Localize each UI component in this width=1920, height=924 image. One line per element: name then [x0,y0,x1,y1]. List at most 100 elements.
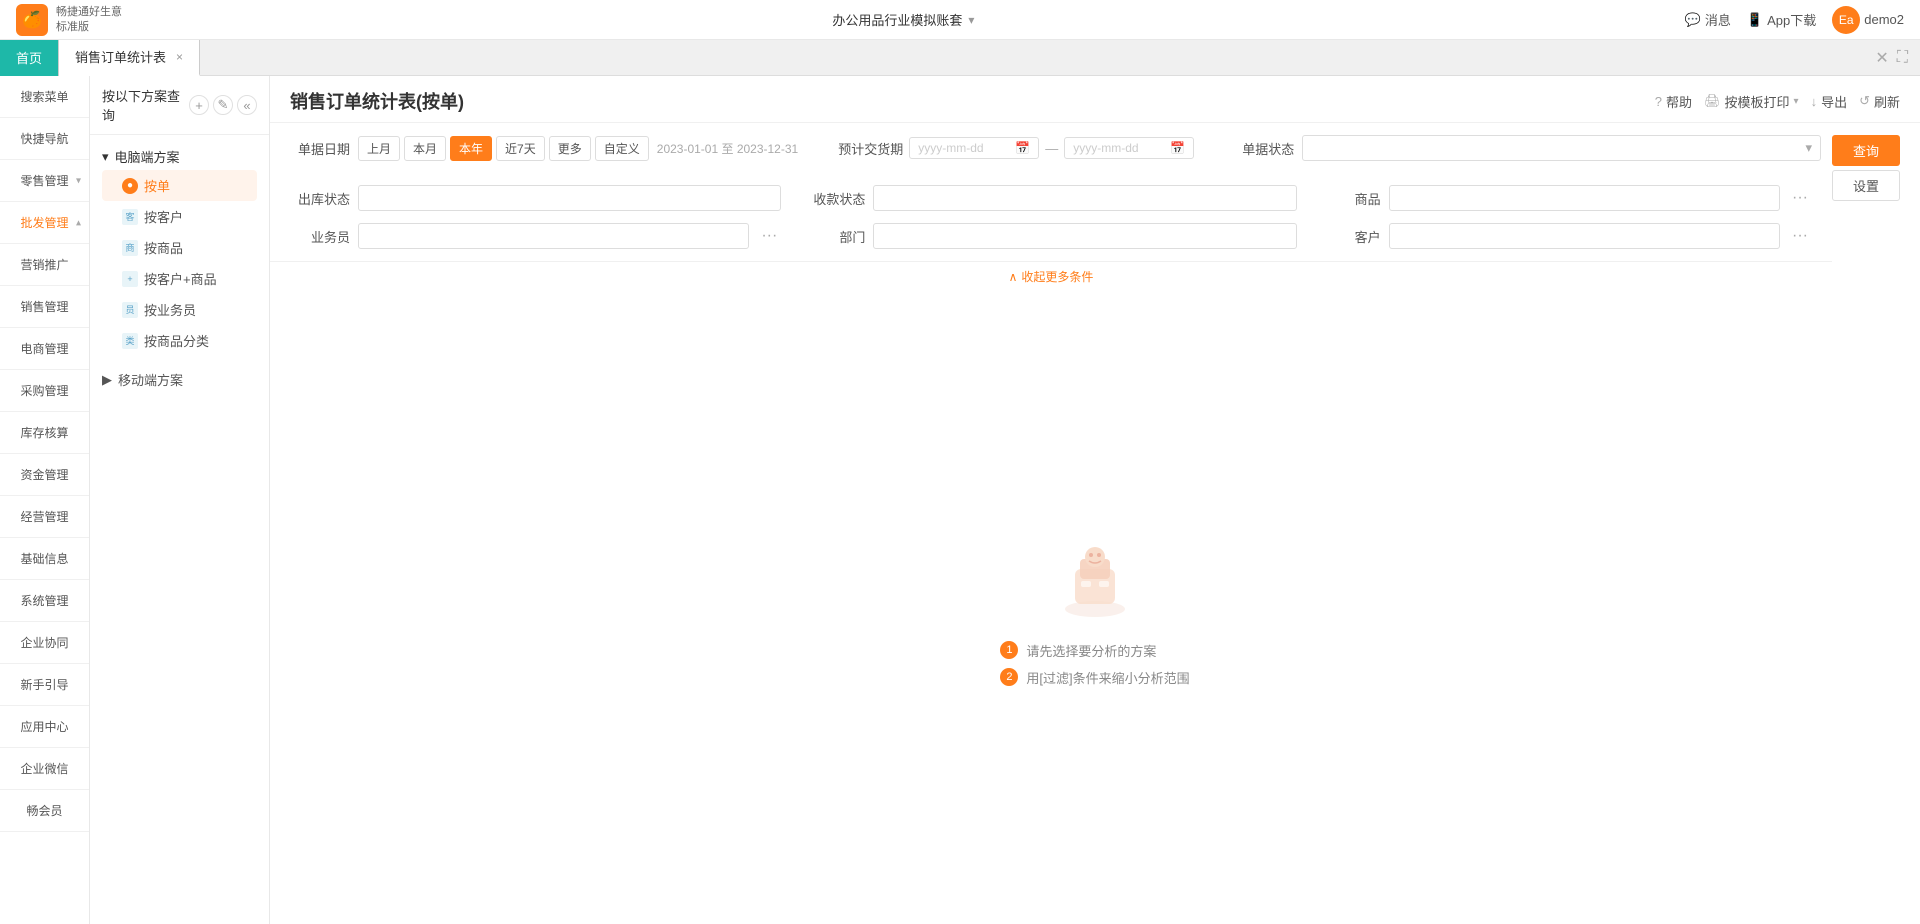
step-num-2: 2 [1000,668,1018,686]
logo-text: 畅捷通好生意 标准版 [56,5,122,34]
page-header-actions: ? 帮助 🖨 按模板打印 ▾ ↓ 导出 ↺ 刷新 [1655,92,1900,111]
scheme-item-by-product[interactable]: 商 按商品 [102,232,257,263]
sidebar-item-system[interactable]: 系统管理 [0,580,89,622]
scheme-item-by-cust-prod[interactable]: + 按客户+商品 [102,263,257,294]
out-status-cell: 出库状态 [290,185,781,211]
date-custom[interactable]: 自定义 [595,136,649,161]
date-this-year[interactable]: 本年 [450,136,492,161]
print-button[interactable]: 🖨 按模板打印 ▾ [1704,92,1799,111]
left-panel: 按以下方案查询 + ✎ « ▾ 电脑端方案 ● 按单 客 按客 [90,76,270,924]
sidebar-item-marketing[interactable]: 营销推广 [0,244,89,286]
topbar: 🍊 畅捷通好生意 标准版 办公用品行业模拟账套 ▾ 💬 消息 📱 App下载 E… [0,0,1920,40]
query-button[interactable]: 查询 [1832,135,1900,166]
collapse-more-conditions-button[interactable]: ∧ 收起更多条件 [270,261,1832,291]
sidebar-item-wechat[interactable]: 企业微信 [0,748,89,790]
sidebar-item-member[interactable]: 畅会员 [0,790,89,832]
add-scheme-button[interactable]: + [189,95,209,115]
filter-row-2: 出库状态 收款状态 商品 [270,173,1832,223]
scheme-item-by-customer[interactable]: 客 按客户 [102,201,257,232]
out-status-select[interactable] [358,185,781,211]
goods-ellipsis-button[interactable]: ··· [1788,189,1812,207]
expected-date-to[interactable]: yyyy-mm-dd 📅 [1064,137,1194,159]
date-last-month[interactable]: 上月 [358,136,400,161]
sidebar-item-inventory[interactable]: 库存核算 [0,412,89,454]
window-maximize-icon[interactable]: ⛶ [1897,49,1908,67]
tab-sales-stats[interactable]: 销售订单统计表 × [59,40,200,76]
sidebar-item-sales[interactable]: 销售管理 [0,286,89,328]
date-this-month[interactable]: 本月 [404,136,446,161]
sidebar-item-ecommerce[interactable]: 电商管理 [0,328,89,370]
help-button[interactable]: ? 帮助 [1655,92,1692,111]
salesman-label: 业务员 [290,227,350,246]
avatar: Ea [1832,6,1860,34]
message-button[interactable]: 💬 消息 [1685,10,1731,29]
sidebar-item-retail[interactable]: 零售管理 ▾ [0,160,89,202]
goods-input[interactable] [1389,185,1780,211]
window-close-icon[interactable]: ✕ [1875,48,1888,68]
sidebar-item-newbie[interactable]: 新手引导 [0,664,89,706]
dept-select[interactable] [873,223,1296,249]
sidebar-item-wholesale[interactable]: 批发管理 ▴ [0,202,89,244]
salesman-ellipsis-button[interactable]: ··· [757,227,781,245]
sidebar-item-search[interactable]: 搜索菜单 [0,76,89,118]
pc-scheme-group: ▾ 电脑端方案 ● 按单 客 按客户 商 按商品 + 按客户+商品 [90,135,269,360]
customer-ellipsis-button[interactable]: ··· [1788,227,1812,245]
scheme-item-by-order[interactable]: ● 按单 [102,170,257,201]
calendar-icon-2: 📅 [1170,141,1185,155]
topbar-dropdown-icon[interactable]: ▾ [968,13,974,27]
settings-button[interactable]: 设置 [1832,170,1900,201]
empty-steps: 1 请先选择要分析的方案 2 用[过滤]条件来缩小分析范围 [1000,641,1189,687]
chevron-down-icon: ▾ [102,149,109,165]
help-icon: ? [1655,94,1662,109]
logo-icon: 🍊 [16,4,48,36]
doc-status-cell: 单据状态 ▾ [1234,135,1812,161]
app-download-button[interactable]: 📱 App下载 [1747,10,1816,29]
refresh-button[interactable]: ↺ 刷新 [1859,92,1900,111]
user-menu[interactable]: Ea demo2 [1832,6,1904,34]
chevron-down-icon: ▾ [76,175,81,186]
filter-section: 单据日期 上月 本月 本年 近7天 更多 自定义 2023-01-01 至 20… [270,123,1920,291]
sidebar-item-appstore[interactable]: 应用中心 [0,706,89,748]
empty-illustration [1045,529,1145,629]
date-last-7days[interactable]: 近7天 [496,136,545,161]
doc-status-select[interactable] [1302,135,1821,161]
sidebar-item-operations[interactable]: 经营管理 [0,496,89,538]
salesman-input[interactable] [358,223,749,249]
date-dash: — [1045,141,1058,156]
sidebar: 搜索菜单 快捷导航 零售管理 ▾ 批发管理 ▴ 营销推广 销售管理 电商管理 采… [0,76,90,924]
customer-cell: 客户 ··· [1321,223,1812,249]
sidebar-item-finance[interactable]: 资金管理 [0,454,89,496]
sidebar-item-basic[interactable]: 基础信息 [0,538,89,580]
tab-close-icon[interactable]: × [176,50,183,64]
tab-home[interactable]: 首页 [0,40,59,76]
print-dropdown-icon[interactable]: ▾ [1794,96,1799,107]
edit-scheme-button[interactable]: ✎ [213,95,233,115]
sidebar-item-cooperation[interactable]: 企业协同 [0,622,89,664]
receipt-status-select[interactable] [873,185,1296,211]
date-filter-cell: 单据日期 上月 本月 本年 近7天 更多 自定义 2023-01-01 至 20… [290,136,798,161]
receipt-status-label: 收款状态 [805,189,865,208]
scheme-active-icon: ● [122,178,138,194]
collapse-panel-button[interactable]: « [237,95,257,115]
sidebar-item-purchase[interactable]: 采购管理 [0,370,89,412]
export-button[interactable]: ↓ 导出 [1811,92,1848,111]
customer-input[interactable] [1389,223,1780,249]
date-range-display: 2023-01-01 至 2023-12-31 [657,140,798,157]
mobile-scheme-group-header[interactable]: ▶ 移动端方案 [102,366,257,393]
salesman-cell: 业务员 ··· [290,223,781,249]
empty-state: 1 请先选择要分析的方案 2 用[过滤]条件来缩小分析范围 [270,291,1920,924]
goods-label: 商品 [1321,189,1381,208]
filter-form: 单据日期 上月 本月 本年 近7天 更多 自定义 2023-01-01 至 20… [270,123,1832,291]
page-header: 销售订单统计表(按单) ? 帮助 🖨 按模板打印 ▾ ↓ 导出 [270,76,1920,123]
dept-label: 部门 [805,227,865,246]
action-buttons: 查询 设置 [1832,123,1920,213]
scheme-item-by-salesman[interactable]: 员 按业务员 [102,294,257,325]
pc-scheme-group-header[interactable]: ▾ 电脑端方案 [102,143,257,170]
right-panel: 销售订单统计表(按单) ? 帮助 🖨 按模板打印 ▾ ↓ 导出 [270,76,1920,924]
date-more[interactable]: 更多 [549,136,591,161]
sidebar-item-quick-nav[interactable]: 快捷导航 [0,118,89,160]
scheme-panel-actions: + ✎ « [189,95,257,115]
left-panel-header: 按以下方案查询 + ✎ « [90,76,269,135]
expected-date-from[interactable]: yyyy-mm-dd 📅 [909,137,1039,159]
scheme-item-by-category[interactable]: 类 按商品分类 [102,325,257,356]
